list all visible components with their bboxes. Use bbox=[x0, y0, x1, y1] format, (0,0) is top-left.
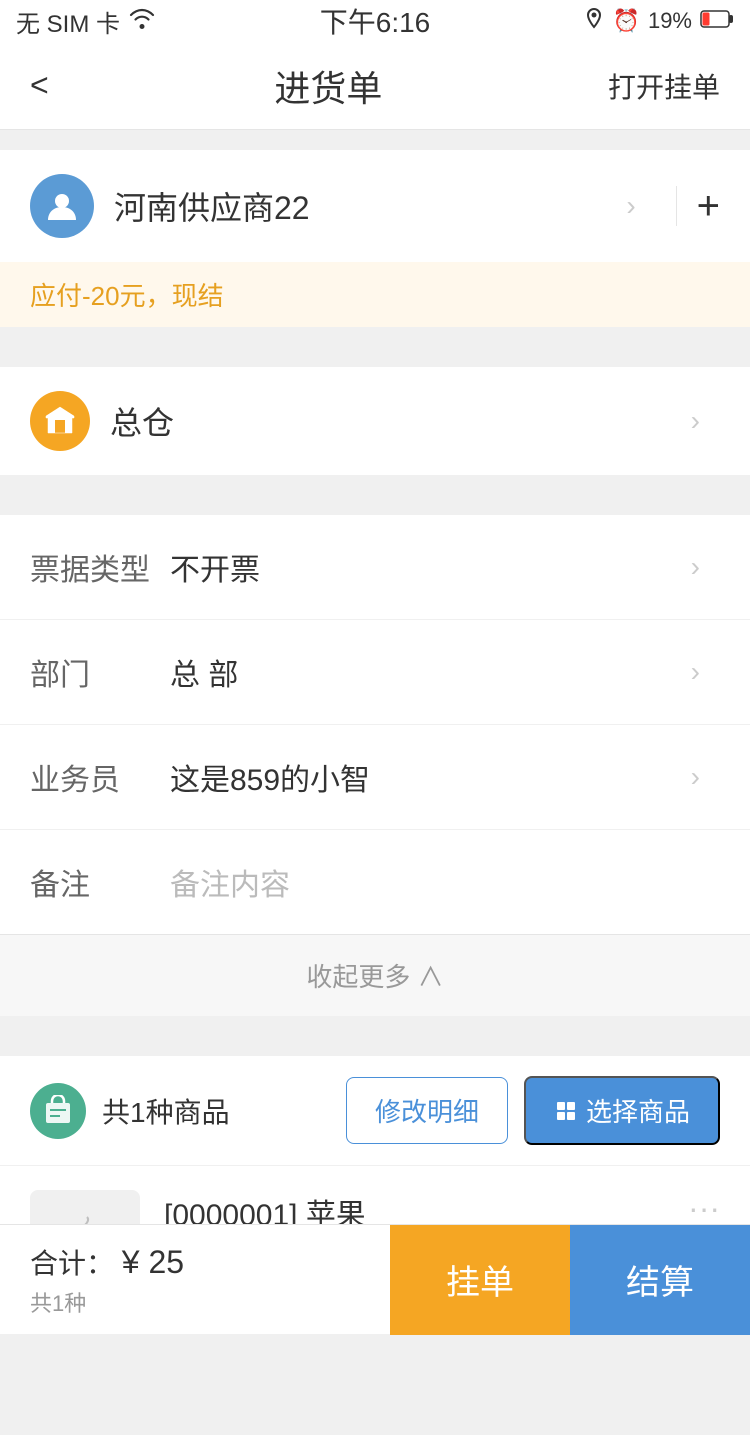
status-bar: 无 SIM 卡 下午6:16 ⏰ 19% bbox=[0, 0, 750, 42]
supplier-row[interactable]: 河南供应商22 › + bbox=[0, 150, 750, 262]
form-section: 票据类型 不开票 › 部门 总 部 › 业务员 这是859的小智 › 备注 备注… bbox=[0, 515, 750, 934]
total-amount: ¥ 25 bbox=[122, 1244, 184, 1280]
gap-3 bbox=[0, 475, 750, 495]
supplier-chevron-icon: › bbox=[626, 190, 635, 222]
select-product-label: 选择商品 bbox=[586, 1092, 690, 1129]
collapse-bar[interactable]: 收起更多 ∧ bbox=[0, 934, 750, 1016]
total-label: 合计： bbox=[30, 1248, 114, 1279]
invoice-label: 票据类型 bbox=[30, 545, 150, 589]
warehouse-name: 总仓 bbox=[110, 398, 691, 444]
supplier-name: 河南供应商22 bbox=[114, 183, 626, 229]
form-row-invoice[interactable]: 票据类型 不开票 › bbox=[0, 515, 750, 620]
total-row: 合计： ¥ 25 bbox=[30, 1242, 360, 1282]
hang-button[interactable]: 挂单 bbox=[390, 1225, 570, 1335]
products-header: 共1种商品 修改明细 选择商品 bbox=[0, 1056, 750, 1166]
status-time: 下午6:16 bbox=[320, 1, 431, 41]
checkout-button[interactable]: 结算 bbox=[570, 1225, 750, 1335]
warehouse-icon bbox=[30, 391, 90, 451]
products-count: 共1种商品 bbox=[102, 1091, 346, 1131]
back-button[interactable]: < bbox=[30, 67, 49, 104]
invoice-chevron-icon: › bbox=[691, 551, 700, 583]
nav-bar: < 进货单 打开挂单 bbox=[0, 42, 750, 130]
supplier-section: 河南供应商22 › + 应付-20元，现结 bbox=[0, 150, 750, 327]
gap-4 bbox=[0, 1016, 750, 1036]
wifi-icon bbox=[128, 7, 156, 36]
gap-2 bbox=[0, 327, 750, 347]
dept-label: 部门 bbox=[30, 650, 150, 694]
edit-detail-button[interactable]: 修改明细 bbox=[346, 1077, 508, 1144]
alarm-icon: ⏰ bbox=[613, 8, 640, 34]
notice-bar: 应付-20元，现结 bbox=[0, 262, 750, 327]
form-row-dept[interactable]: 部门 总 部 › bbox=[0, 620, 750, 725]
products-icon bbox=[30, 1083, 86, 1139]
supplier-avatar bbox=[30, 174, 94, 238]
open-hang-button[interactable]: 打开挂单 bbox=[608, 66, 720, 106]
supplier-divider bbox=[676, 186, 677, 226]
status-left: 无 SIM 卡 bbox=[16, 4, 156, 39]
product-more-button[interactable]: ··· bbox=[688, 1190, 720, 1227]
battery-icon bbox=[700, 8, 734, 34]
select-product-button[interactable]: 选择商品 bbox=[524, 1076, 720, 1145]
battery-text: 19% bbox=[648, 8, 692, 34]
remark-label: 备注 bbox=[30, 860, 150, 904]
dept-chevron-icon: › bbox=[691, 656, 700, 688]
sim-text: 无 SIM 卡 bbox=[16, 4, 120, 39]
invoice-value: 不开票 bbox=[170, 545, 691, 589]
total-count: 共1种 bbox=[30, 1286, 360, 1318]
salesperson-value: 这是859的小智 bbox=[170, 755, 691, 799]
bottom-bar: 合计： ¥ 25 共1种 挂单 结算 bbox=[0, 1224, 750, 1334]
salesperson-chevron-icon: › bbox=[691, 761, 700, 793]
bottom-spacer bbox=[0, 1325, 750, 1435]
gap-1 bbox=[0, 130, 750, 150]
status-right: ⏰ 19% bbox=[583, 7, 734, 35]
total-section: 合计： ¥ 25 共1种 bbox=[0, 1242, 390, 1318]
warehouse-row[interactable]: 总仓 › bbox=[0, 367, 750, 475]
warehouse-chevron-icon: › bbox=[691, 405, 700, 437]
add-button[interactable]: + bbox=[697, 184, 720, 229]
form-row-remark[interactable]: 备注 备注内容 bbox=[0, 830, 750, 934]
remark-input[interactable]: 备注内容 bbox=[170, 860, 720, 904]
dept-value: 总 部 bbox=[170, 650, 691, 694]
page-title: 进货单 bbox=[274, 60, 382, 112]
location-icon bbox=[583, 7, 605, 35]
form-row-salesperson[interactable]: 业务员 这是859的小智 › bbox=[0, 725, 750, 830]
salesperson-label: 业务员 bbox=[30, 755, 150, 799]
